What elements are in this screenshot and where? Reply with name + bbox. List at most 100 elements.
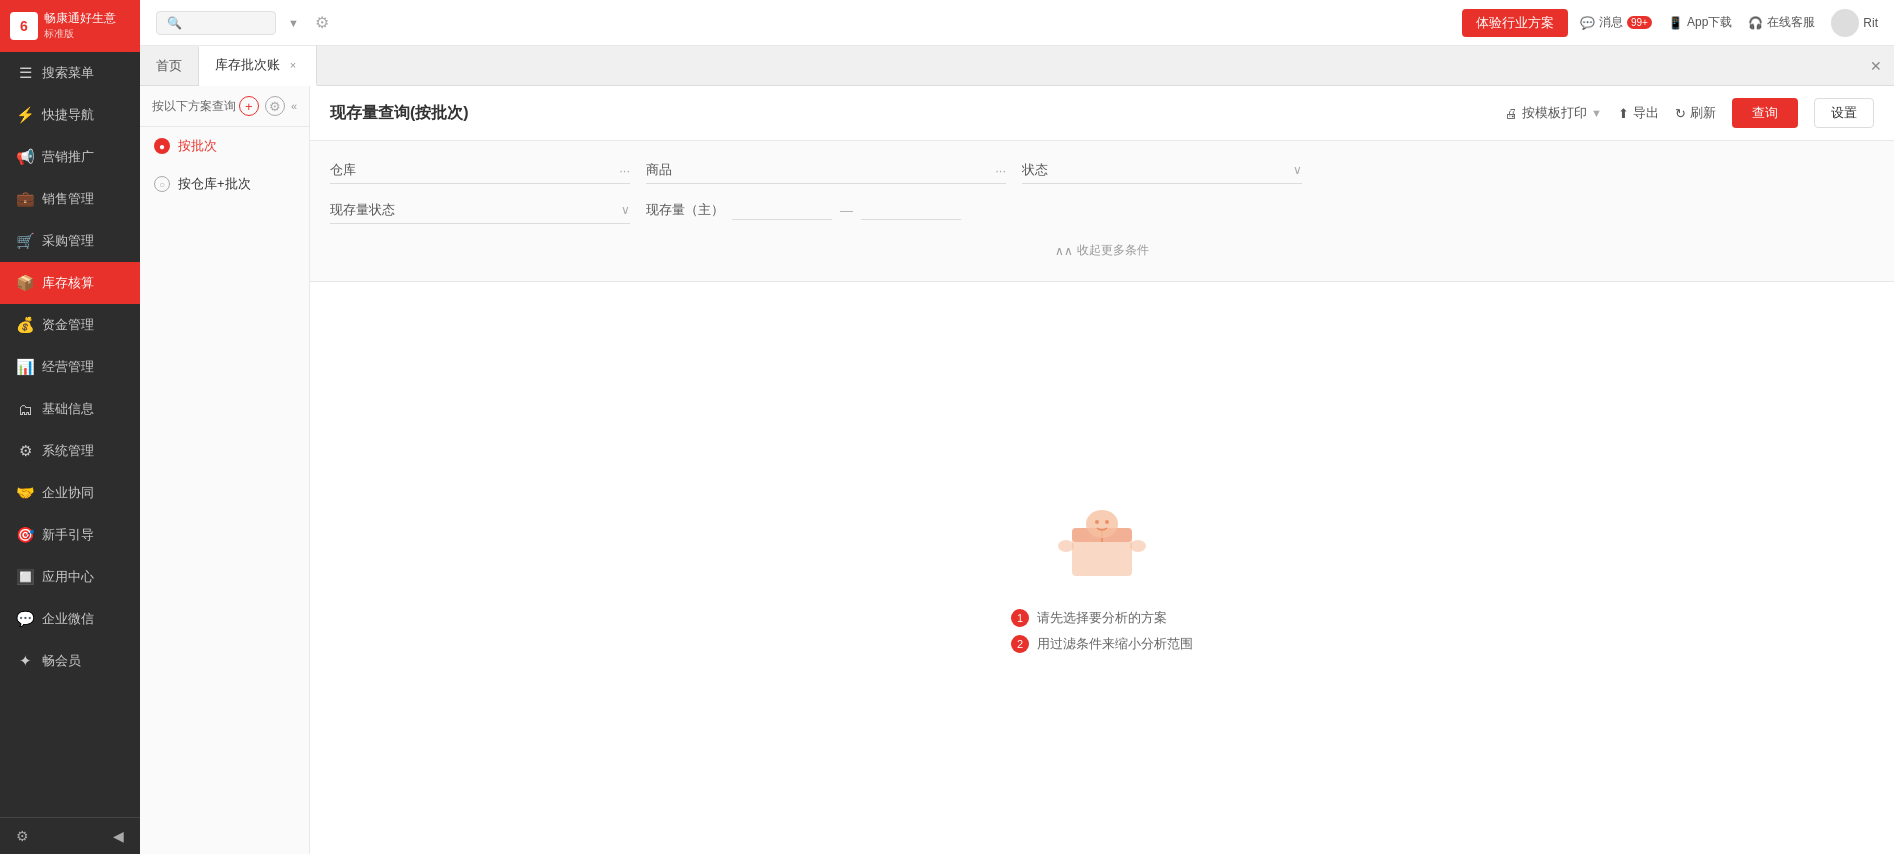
sidebar-item-system[interactable]: ⚙ 系统管理 [0,430,140,472]
collapse-more-btn[interactable]: ∧∧ 收起更多条件 [330,236,1874,265]
warehouse-input-container: 仓库 ··· [330,157,630,184]
scheme-batch[interactable]: ● 按批次 [140,127,309,165]
step-1-label: 请先选择要分析的方案 [1037,609,1167,627]
tabbar: 首页 库存批次账 × ✕ [140,46,1894,86]
empty-svg [1042,488,1162,588]
settings-button[interactable]: 设置 [1814,98,1874,128]
service-icon: 🎧 [1748,16,1763,30]
dropdown-arrow[interactable]: ▼ [288,17,299,29]
sidebar-item-search[interactable]: ☰ 搜索菜单 [0,52,140,94]
product-more-btn[interactable]: ··· [995,163,1006,178]
finance-icon: 💰 [16,316,34,334]
filter-area: 仓库 ··· 商品 ··· [310,141,1894,282]
filter-row-2: 现存量状态 ∨ 现存量（主） — [330,196,1874,224]
empty-step-1: 1 请先选择要分析的方案 [1011,609,1193,627]
print-icon: 🖨 [1505,106,1518,121]
online-service-action[interactable]: 🎧 在线客服 [1748,14,1815,31]
left-panel-collapse-icon[interactable]: « [291,100,297,112]
refresh-btn[interactable]: ↻ 刷新 [1675,104,1716,122]
messages-badge: 99+ [1627,16,1652,29]
inv-qty-dash: — [840,203,853,218]
sales-icon: 💼 [16,190,34,208]
warehouse-more-btn[interactable]: ··· [619,163,630,178]
app-version: 标准版 [44,27,116,41]
page-title: 现存量查询(按批次) [330,103,469,124]
member-icon: ✦ [16,652,34,670]
filter-inv-status-field: 现存量状态 ∨ [330,197,630,224]
sidebar-nav: ☰ 搜索菜单 ⚡ 快捷导航 📢 营销推广 💼 销售管理 🛒 采购管理 📦 库存核… [0,52,140,817]
sidebar-item-basics[interactable]: 🗂 基础信息 [0,388,140,430]
username: Rit [1863,16,1878,30]
export-btn[interactable]: ⬆ 导出 [1618,104,1659,122]
filter-status-field: 状态 ∨ [1022,157,1302,184]
add-scheme-btn[interactable]: + [239,96,259,116]
step-num-2: 2 [1011,635,1029,653]
tab-inventory-batch[interactable]: 库存批次账 × [199,46,317,86]
product-input-container: 商品 ··· [646,157,1006,184]
sidebar-label-member: 畅会员 [42,652,81,670]
print-dropdown-icon[interactable]: ▼ [1591,107,1602,119]
sidebar-label-marketing: 营销推广 [42,148,94,166]
tab-home[interactable]: 首页 [140,47,199,85]
status-dropdown-arrow[interactable]: ∨ [1293,163,1302,177]
sidebar-item-finance[interactable]: 💰 资金管理 [0,304,140,346]
collapse-sidebar-icon[interactable]: ◀ [113,828,124,844]
home-label: 首页 [156,57,182,75]
inv-qty-min-input[interactable] [732,200,832,219]
left-panel: 按以下方案查询 + ⚙ « ● 按批次 ○ 按仓库+批次 [140,86,310,854]
export-label: 导出 [1633,104,1659,122]
sidebar-item-member[interactable]: ✦ 畅会员 [0,640,140,682]
messages-action[interactable]: 💬 消息 99+ [1580,14,1652,31]
phone-icon: 📱 [1668,16,1683,30]
print-btn[interactable]: 🖨 按模板打印 ▼ [1505,104,1602,122]
page-header: 现存量查询(按批次) 🖨 按模板打印 ▼ ⬆ 导出 ↻ 刷新 [310,86,1894,141]
inv-qty-min-input-wrap [732,200,832,220]
sidebar-item-marketing[interactable]: 📢 营销推广 [0,136,140,178]
scheme-warehouse-batch[interactable]: ○ 按仓库+批次 [140,165,309,203]
inv-qty-max-input[interactable] [861,200,961,219]
app-download-action[interactable]: 📱 App下载 [1668,14,1732,31]
topbar-actions: 💬 消息 99+ 📱 App下载 🎧 在线客服 Rit [1580,9,1878,37]
sidebar-item-corp[interactable]: 🤝 企业协同 [0,472,140,514]
active-tab-label: 库存批次账 [215,56,280,74]
refresh-icon: ↻ [1675,106,1686,121]
tabbar-global-close[interactable]: ✕ [1858,48,1894,84]
inv-qty-container: 现存量（主） — [646,196,961,224]
settings-bottom-icon[interactable]: ⚙ [16,828,29,844]
basics-icon: 🗂 [16,401,34,418]
left-panel-header: 按以下方案查询 + ⚙ « [140,86,309,127]
collapse-up-icon: ∧∧ [1055,244,1073,258]
sidebar-item-quicknav[interactable]: ⚡ 快捷导航 [0,94,140,136]
inv-status-arrow[interactable]: ∨ [621,203,630,217]
tab-close-icon[interactable]: × [286,58,300,72]
page-header-actions: 🖨 按模板打印 ▼ ⬆ 导出 ↻ 刷新 查询 设置 [1505,98,1874,128]
scheme-label-batch: 按批次 [178,137,217,155]
sidebar-item-inventory[interactable]: 📦 库存核算 [0,262,140,304]
sidebar-label-inventory: 库存核算 [42,274,94,292]
trial-btn[interactable]: 体验行业方案 [1462,9,1568,37]
sidebar-item-purchase[interactable]: 🛒 采购管理 [0,220,140,262]
query-button[interactable]: 查询 [1732,98,1798,128]
scheme-settings-btn[interactable]: ⚙ [265,96,285,116]
sidebar-item-appstore[interactable]: 🔲 应用中心 [0,556,140,598]
settings-topbar-icon[interactable]: ⚙ [315,13,329,32]
step-num-1: 1 [1011,609,1029,627]
content-area: 按以下方案查询 + ⚙ « ● 按批次 ○ 按仓库+批次 现存量查询(按批次) [140,86,1894,854]
product-input[interactable] [680,163,995,178]
sidebar-label-finance: 资金管理 [42,316,94,334]
svg-point-3 [1086,510,1118,538]
operations-icon: 📊 [16,358,34,376]
sidebar-item-operations[interactable]: 📊 经营管理 [0,346,140,388]
warehouse-input[interactable] [364,163,619,178]
sidebar-label-sales: 销售管理 [42,190,94,208]
close-icon: ✕ [1870,58,1882,74]
sidebar-item-sales[interactable]: 💼 销售管理 [0,178,140,220]
avatar [1831,9,1859,37]
appstore-icon: 🔲 [16,568,34,586]
search-box[interactable]: 🔍 [156,11,276,35]
sidebar-item-guide[interactable]: 🎯 新手引导 [0,514,140,556]
app-title: 畅康通好生意 [44,11,116,27]
sidebar-item-wechat[interactable]: 💬 企业微信 [0,598,140,640]
user-action[interactable]: Rit [1831,9,1878,37]
svg-point-5 [1105,520,1109,524]
